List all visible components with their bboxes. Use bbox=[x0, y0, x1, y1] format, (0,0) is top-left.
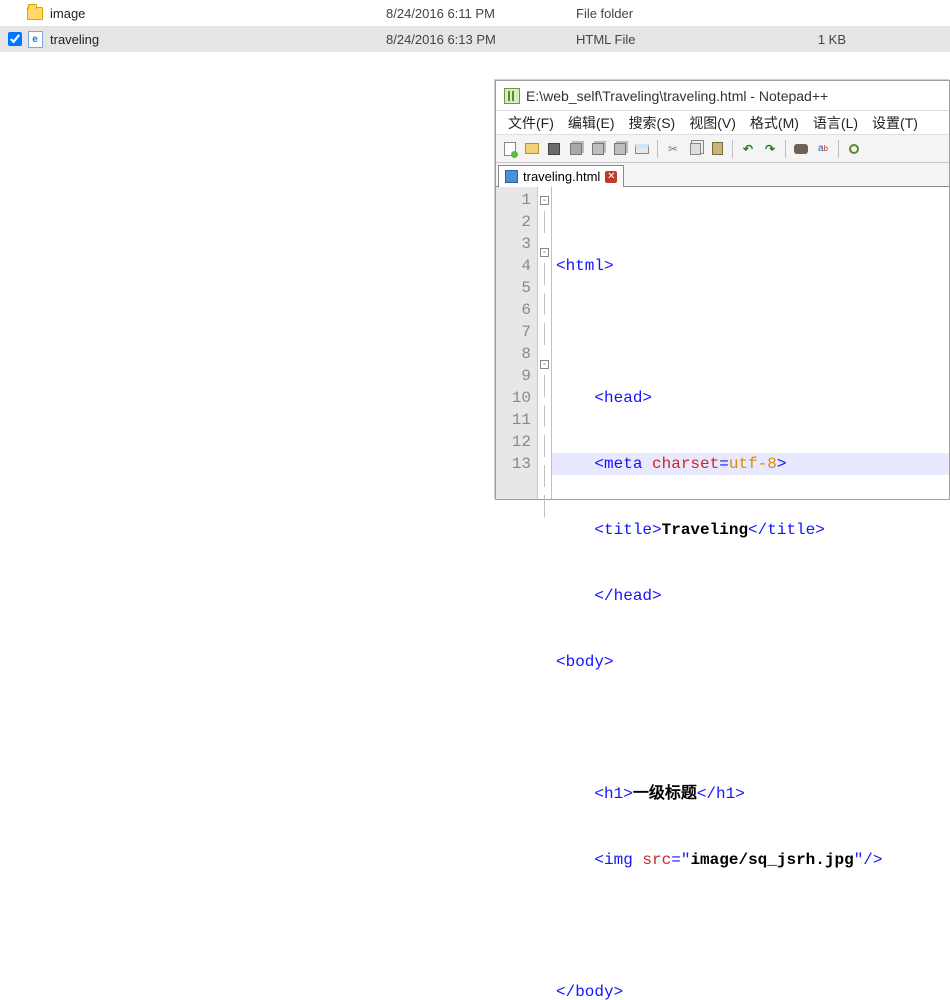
save-state-icon bbox=[505, 170, 518, 183]
folder-icon bbox=[24, 7, 46, 20]
code-area[interactable]: <html> <head> <meta charset=utf-8> <titl… bbox=[552, 187, 949, 499]
paste-button[interactable] bbox=[707, 139, 727, 159]
find-button[interactable] bbox=[791, 139, 811, 159]
close-all-button[interactable] bbox=[610, 139, 630, 159]
toolbar-separator bbox=[657, 140, 658, 158]
file-explorer: image 8/24/2016 6:11 PM File folder e tr… bbox=[0, 0, 950, 52]
fold-gutter[interactable]: - - - bbox=[538, 187, 552, 499]
menu-file[interactable]: 文件(F) bbox=[502, 111, 560, 135]
menu-search[interactable]: 搜索(S) bbox=[623, 111, 682, 135]
file-size: 1 KB bbox=[796, 32, 876, 47]
row-checkbox[interactable] bbox=[6, 32, 24, 46]
tab-label: traveling.html bbox=[523, 169, 600, 184]
toolbar: ✂ ↶ ↷ ab bbox=[496, 135, 949, 163]
copy-button[interactable] bbox=[685, 139, 705, 159]
menu-language[interactable]: 语言(L) bbox=[807, 111, 864, 135]
tab-close-icon[interactable]: ✕ bbox=[605, 171, 617, 183]
file-row-image[interactable]: image 8/24/2016 6:11 PM File folder bbox=[0, 0, 950, 26]
close-button[interactable] bbox=[588, 139, 608, 159]
toolbar-separator bbox=[732, 140, 733, 158]
replace-button[interactable]: ab bbox=[813, 139, 833, 159]
open-file-button[interactable] bbox=[522, 139, 542, 159]
print-button[interactable] bbox=[632, 139, 652, 159]
save-button[interactable] bbox=[544, 139, 564, 159]
file-row-traveling[interactable]: e traveling 8/24/2016 6:13 PM HTML File … bbox=[0, 26, 950, 52]
html-file-icon: e bbox=[24, 31, 46, 48]
save-all-button[interactable] bbox=[566, 139, 586, 159]
line-number-gutter: 1 2 3 4 5 6 7 8 9 10 11 12 13 bbox=[496, 187, 538, 499]
menubar: 文件(F) 编辑(E) 搜索(S) 视图(V) 格式(M) 语言(L) 设置(T… bbox=[496, 111, 949, 135]
zoom-in-button[interactable] bbox=[844, 139, 864, 159]
tab-traveling[interactable]: traveling.html ✕ bbox=[498, 165, 624, 187]
toolbar-separator bbox=[785, 140, 786, 158]
file-name: image bbox=[46, 6, 386, 21]
window-title: E:\web_self\Traveling\traveling.html - N… bbox=[526, 88, 828, 104]
toolbar-separator bbox=[838, 140, 839, 158]
titlebar[interactable]: E:\web_self\Traveling\traveling.html - N… bbox=[496, 81, 949, 111]
file-date: 8/24/2016 6:11 PM bbox=[386, 6, 576, 21]
file-date: 8/24/2016 6:13 PM bbox=[386, 32, 576, 47]
redo-button[interactable]: ↷ bbox=[760, 139, 780, 159]
menu-settings[interactable]: 设置(T) bbox=[866, 111, 924, 135]
undo-button[interactable]: ↶ bbox=[738, 139, 758, 159]
menu-view[interactable]: 视图(V) bbox=[683, 111, 742, 135]
menu-edit[interactable]: 编辑(E) bbox=[562, 111, 621, 135]
notepad-plus-plus-window: E:\web_self\Traveling\traveling.html - N… bbox=[495, 80, 950, 500]
file-type: File folder bbox=[576, 6, 796, 21]
editor: 1 2 3 4 5 6 7 8 9 10 11 12 13 - - - bbox=[496, 187, 949, 499]
tabbar: traveling.html ✕ bbox=[496, 163, 949, 187]
new-file-button[interactable] bbox=[500, 139, 520, 159]
app-icon bbox=[504, 88, 520, 104]
menu-format[interactable]: 格式(M) bbox=[744, 111, 805, 135]
file-type: HTML File bbox=[576, 32, 796, 47]
file-name: traveling bbox=[46, 32, 386, 47]
cut-button[interactable]: ✂ bbox=[663, 139, 683, 159]
